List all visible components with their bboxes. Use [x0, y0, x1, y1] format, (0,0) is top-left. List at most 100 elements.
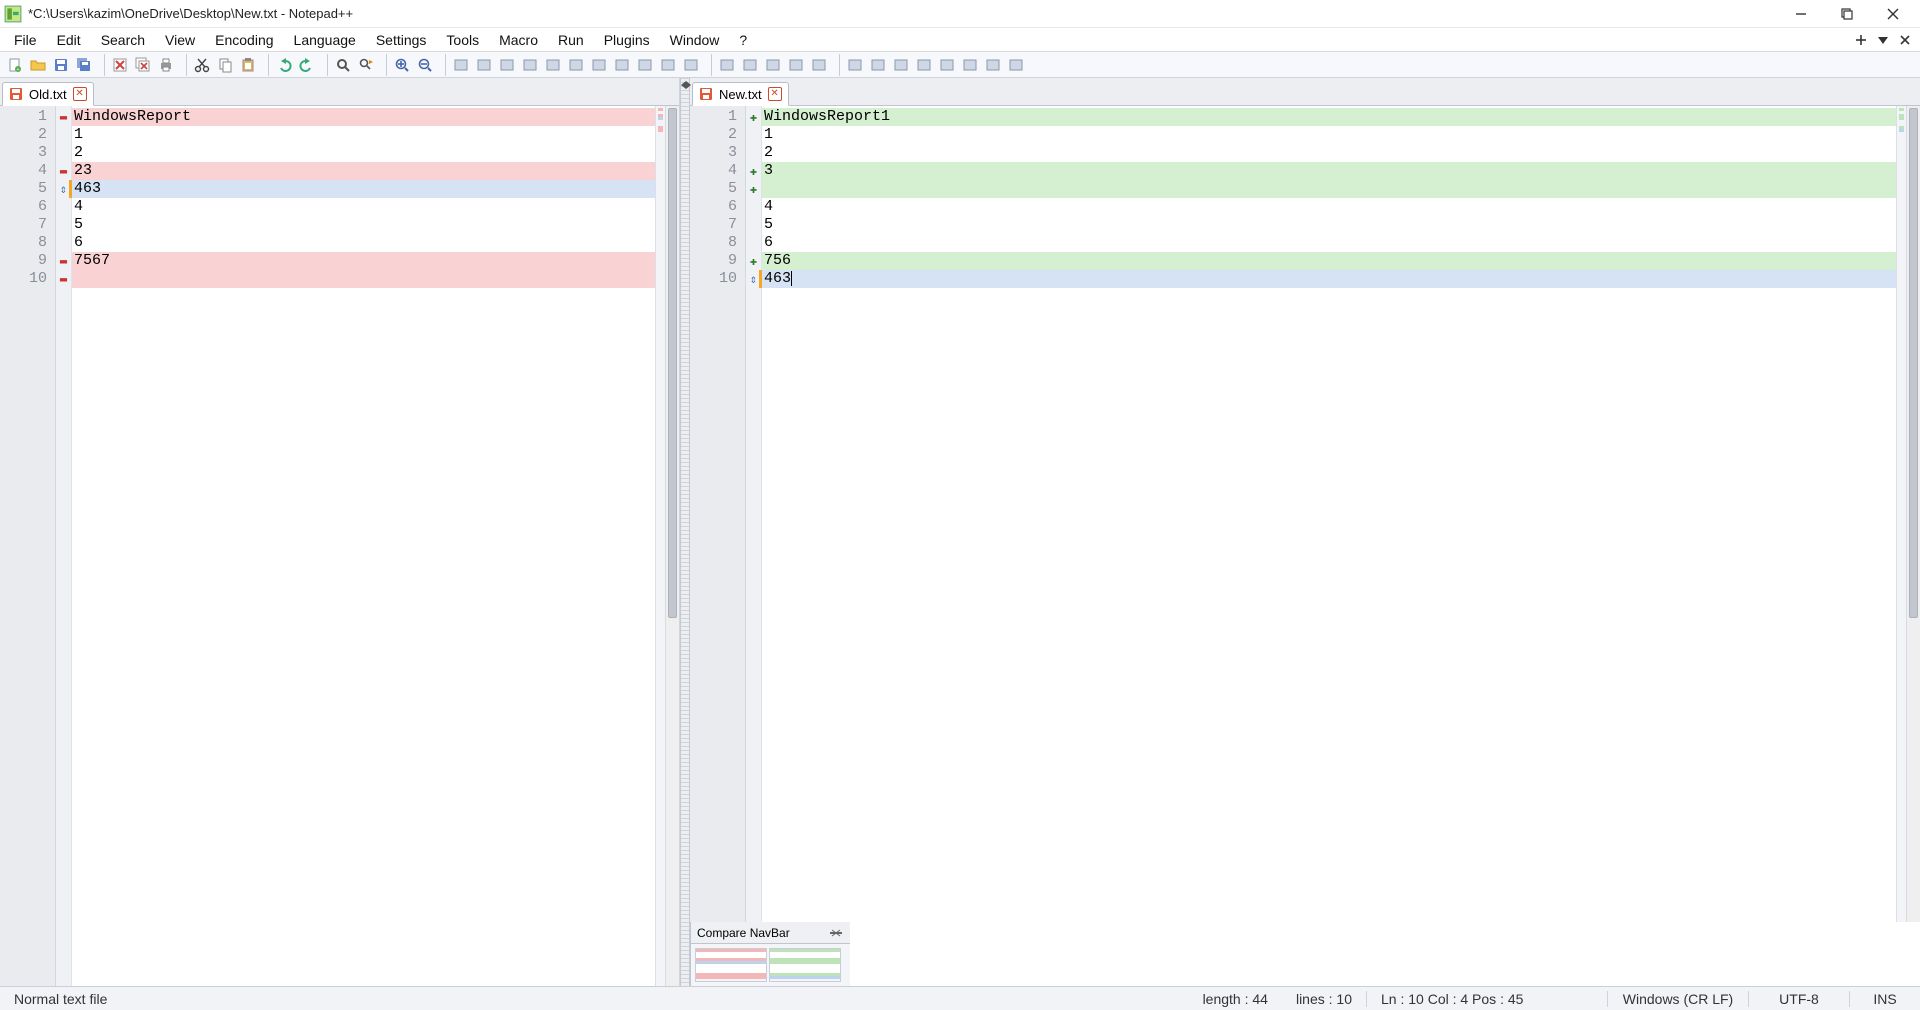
code-line[interactable]: 1: [762, 126, 1896, 144]
compare-nav-button[interactable]: [1005, 54, 1027, 76]
open-file-button[interactable]: [27, 54, 49, 76]
menu-encoding[interactable]: Encoding: [205, 30, 283, 50]
menu-settings[interactable]: Settings: [366, 30, 437, 50]
zoom-out-button[interactable]: [414, 54, 436, 76]
zoom-in-button[interactable]: [391, 54, 413, 76]
code-line[interactable]: WindowsReport: [72, 108, 655, 126]
macro-play-button[interactable]: [762, 54, 784, 76]
close-doc-button[interactable]: [1894, 30, 1916, 50]
macro-play-icon: [765, 57, 781, 73]
code-line[interactable]: 6: [762, 234, 1896, 252]
code-line[interactable]: [762, 180, 1896, 198]
maximize-button[interactable]: [1824, 0, 1870, 28]
paste-button[interactable]: [237, 54, 259, 76]
menu-language[interactable]: Language: [284, 30, 366, 50]
menu-tools[interactable]: Tools: [436, 30, 489, 50]
tab-close-button[interactable]: ✕: [768, 87, 782, 101]
code-line[interactable]: 5: [72, 216, 655, 234]
left-text-area[interactable]: WindowsReport12234634567567: [72, 106, 655, 986]
code-line[interactable]: 3: [762, 162, 1896, 180]
code-line[interactable]: 6: [72, 234, 655, 252]
menu-run[interactable]: Run: [548, 30, 594, 50]
code-line[interactable]: 4: [72, 198, 655, 216]
new-file-button[interactable]: +: [4, 54, 26, 76]
menu-search[interactable]: Search: [91, 30, 155, 50]
nav-minimap-right[interactable]: [769, 948, 841, 982]
scroll-thumb[interactable]: [668, 108, 677, 618]
status-insert-mode[interactable]: INS: [1850, 991, 1920, 1007]
menu-edit[interactable]: Edit: [47, 30, 91, 50]
tab-close-button[interactable]: ✕: [73, 87, 87, 101]
nav-minimap-left[interactable]: [695, 948, 767, 982]
code-line[interactable]: 5: [762, 216, 1896, 234]
sync-h-button[interactable]: [473, 54, 495, 76]
right-editor[interactable]: 12345678910 ✚✚✚✚⇕ WindowsReport112345675…: [690, 106, 1920, 922]
code-line[interactable]: 23: [72, 162, 655, 180]
save-all-button[interactable]: [73, 54, 95, 76]
wrap-button[interactable]: [496, 54, 518, 76]
macro-record-button[interactable]: [716, 54, 738, 76]
menu-file[interactable]: File: [4, 30, 47, 50]
close-button[interactable]: [109, 54, 131, 76]
monitoring-button[interactable]: [680, 54, 702, 76]
code-line[interactable]: 463: [759, 270, 1896, 288]
compare-first-button[interactable]: [959, 54, 981, 76]
code-line[interactable]: 2: [72, 144, 655, 162]
compare-last-button[interactable]: [982, 54, 1004, 76]
doc-list-button[interactable]: [611, 54, 633, 76]
left-scrollbar[interactable]: [665, 106, 679, 986]
copy-button[interactable]: [214, 54, 236, 76]
code-line[interactable]: 463: [69, 180, 655, 198]
status-eol[interactable]: Windows (CR LF): [1608, 991, 1748, 1007]
minimize-button[interactable]: [1778, 0, 1824, 28]
tabs-dropdown-button[interactable]: [1872, 30, 1894, 50]
right-text-area[interactable]: WindowsReport1123 456756463: [762, 106, 1896, 922]
tab-old-txt[interactable]: Old.txt ✕: [2, 82, 94, 106]
print-button[interactable]: [155, 54, 177, 76]
macro-stop-button[interactable]: [739, 54, 761, 76]
show-all-button[interactable]: [519, 54, 541, 76]
tab-new-txt[interactable]: New.txt ✕: [692, 82, 789, 106]
redo-button[interactable]: [296, 54, 318, 76]
compare-navbar-close-button[interactable]: [828, 926, 844, 940]
code-line[interactable]: 2: [762, 144, 1896, 162]
menu-window[interactable]: Window: [660, 30, 730, 50]
menu-view[interactable]: View: [155, 30, 205, 50]
menu-plugins[interactable]: Plugins: [594, 30, 660, 50]
menu-macro[interactable]: Macro: [489, 30, 548, 50]
close-window-button[interactable]: [1870, 0, 1916, 28]
code-line[interactable]: 1: [72, 126, 655, 144]
scroll-thumb[interactable]: [1909, 108, 1918, 618]
macro-play-multi-button[interactable]: [785, 54, 807, 76]
left-editor[interactable]: 12345678910 ▬▬⇕▬▬ WindowsReport122346345…: [0, 106, 679, 986]
compare-clear-button[interactable]: [890, 54, 912, 76]
undo-button[interactable]: [273, 54, 295, 76]
code-line[interactable]: 756: [762, 252, 1896, 270]
right-scrollbar[interactable]: [1906, 106, 1920, 922]
ud-lang-button[interactable]: [565, 54, 587, 76]
doc-map-button[interactable]: [588, 54, 610, 76]
menu-help[interactable]: ?: [729, 30, 757, 50]
indent-guide-button[interactable]: [542, 54, 564, 76]
code-line[interactable]: 4: [762, 198, 1896, 216]
status-encoding[interactable]: UTF-8: [1749, 991, 1849, 1007]
folder-workspace-button[interactable]: [657, 54, 679, 76]
splitter[interactable]: [680, 78, 690, 986]
code-line[interactable]: 7567: [72, 252, 655, 270]
sync-v-button[interactable]: [450, 54, 472, 76]
code-line[interactable]: [72, 270, 655, 288]
replace-button[interactable]: [355, 54, 377, 76]
compare-prev-button[interactable]: [913, 54, 935, 76]
compare-set-first-button[interactable]: [844, 54, 866, 76]
new-doc-plus-button[interactable]: [1850, 30, 1872, 50]
compare-button[interactable]: [867, 54, 889, 76]
cut-button[interactable]: [191, 54, 213, 76]
macro-save-button[interactable]: [808, 54, 830, 76]
compare-next-button[interactable]: [936, 54, 958, 76]
func-list-button[interactable]: [634, 54, 656, 76]
code-line[interactable]: WindowsReport1: [762, 108, 1896, 126]
close-all-button[interactable]: [132, 54, 154, 76]
compare-navbar-minimap[interactable]: [691, 944, 850, 986]
save-button[interactable]: [50, 54, 72, 76]
find-button[interactable]: [332, 54, 354, 76]
